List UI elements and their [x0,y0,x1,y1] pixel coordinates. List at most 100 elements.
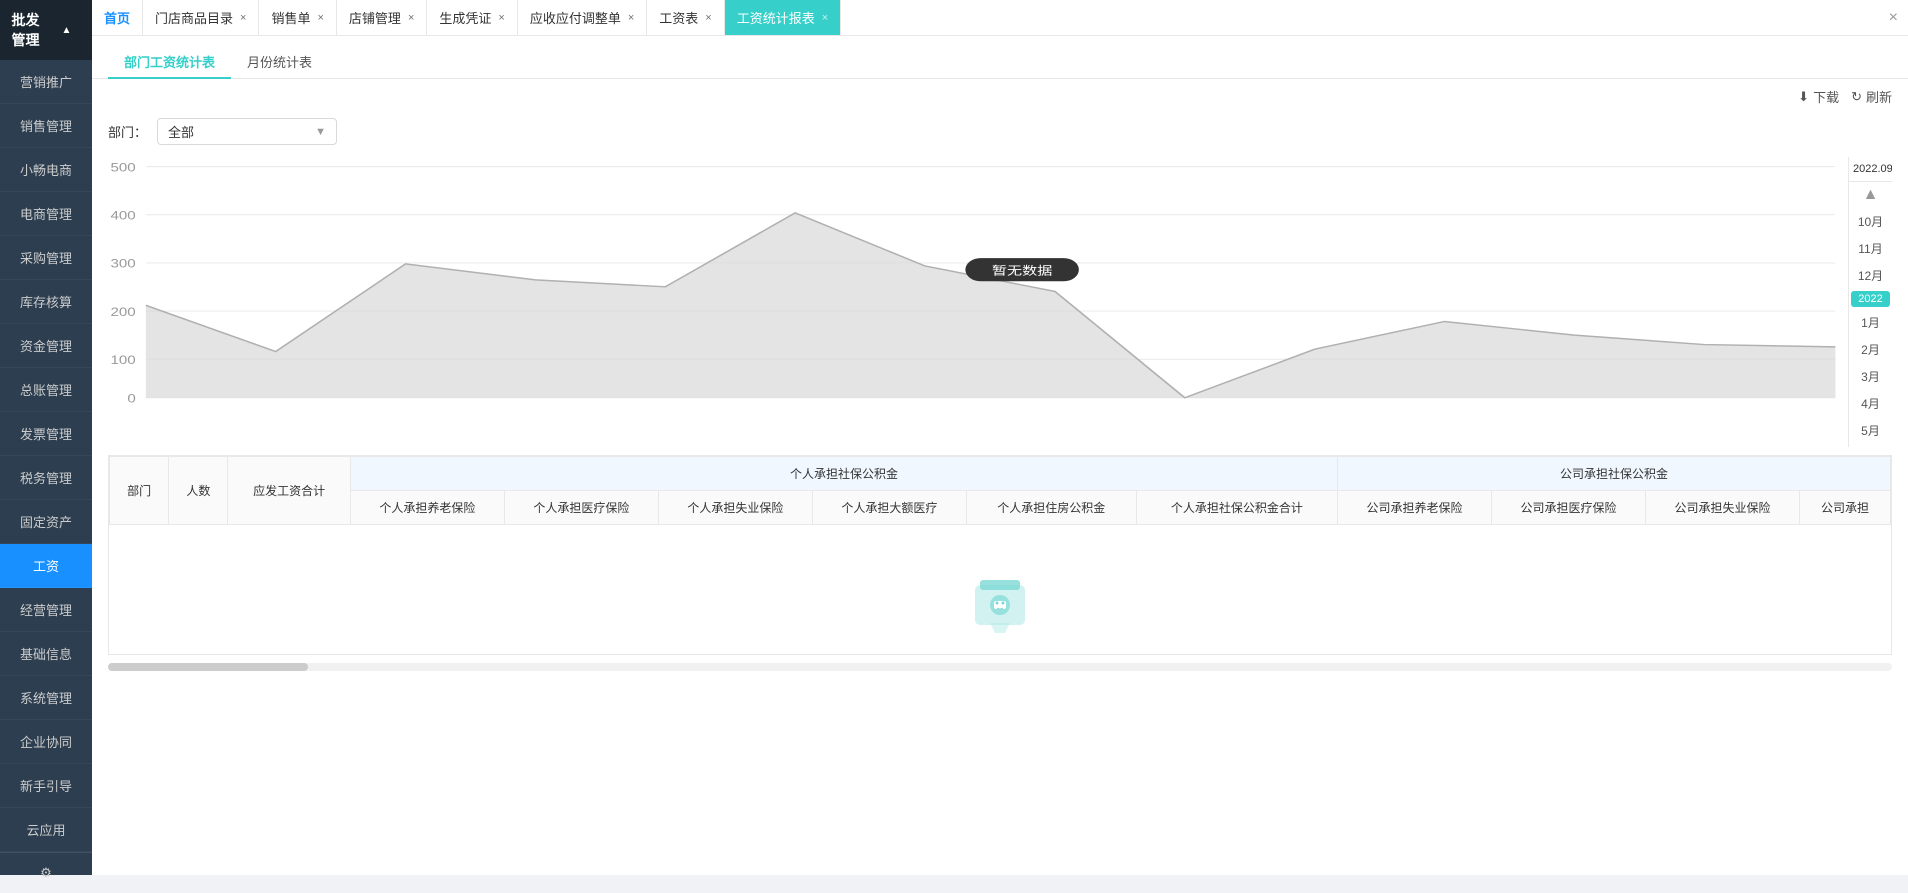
tab-label: 首页 [104,8,130,27]
svg-text:暂无数据: 暂无数据 [992,264,1052,277]
sidebar-item-云应用[interactable]: 云应用 [0,808,92,852]
empty-icon [960,565,1040,645]
svg-text:0: 0 [127,392,135,405]
col-个人承担养老保险: 个人承担养老保险 [350,491,504,525]
col-count: 人数 [169,457,228,525]
month-4月[interactable]: 4月 [1859,390,1882,417]
tab-label: 工资统计报表 [737,8,815,27]
tab-close-icon[interactable]: × [408,12,414,24]
month-10月[interactable]: 10月 [1856,208,1885,235]
year-up-button[interactable]: ▲ [1849,182,1892,208]
svg-text:200: 200 [111,306,136,319]
col-total-salary: 应发工资合计 [228,457,350,525]
department-select[interactable]: 全部 ▼ [157,118,337,145]
col-个人承担住房公积金: 个人承担住房公积金 [966,491,1136,525]
tab-门店商品目录[interactable]: 门店商品目录 × [143,0,259,36]
col-个人承担社保公积金合计: 个人承担社保公积金合计 [1136,491,1337,525]
sidebar-item-库存核算[interactable]: 库存核算 [0,280,92,324]
sidebar-item-企业协同[interactable]: 企业协同 [0,720,92,764]
month-5月[interactable]: 5月 [1859,417,1882,444]
year-marker[interactable]: 2022 [1851,291,1890,307]
tab-label: 工资表 [659,8,698,27]
tab-bar: 首页门店商品目录×销售单×店铺管理×生成凭证×应收应付调整单×工资表×工资统计报… [92,0,1908,36]
svg-text:500: 500 [111,161,136,174]
main-area: 首页门店商品目录×销售单×店铺管理×生成凭证×应收应付调整单×工资表×工资统计报… [92,0,1908,875]
sidebar-item-固定资产[interactable]: 固定资产 [0,500,92,544]
download-button[interactable]: ⬇ 下载 [1798,87,1839,106]
chart-svg: 500 400 300 200 100 0 [108,157,1848,417]
department-select-value: 全部 [168,122,194,141]
tab-工资统计报表[interactable]: 工资统计报表 × [725,0,841,36]
h-scrollbar[interactable] [108,663,1892,671]
tab-label: 销售单 [271,8,310,27]
tab-close-icon[interactable]: × [628,12,634,24]
sidebar-item-电商管理[interactable]: 电商管理 [0,192,92,236]
month-12月[interactable]: 12月 [1856,262,1885,289]
download-icon: ⬇ [1798,89,1809,105]
subtab-bar: 部门工资统计表月份统计表 [92,36,1908,79]
sidebar-items: 营销推广销售管理小畅电商电商管理采购管理库存核算资金管理总账管理发票管理税务管理… [0,60,92,852]
month-2月[interactable]: 2月 [1859,336,1882,363]
sidebar-item-经营管理[interactable]: 经营管理 [0,588,92,632]
sidebar-item-小畅电商[interactable]: 小畅电商 [0,148,92,192]
tab-销售单[interactable]: 销售单 × [259,0,336,36]
col-dept: 部门 [110,457,169,525]
tab-close-icon[interactable]: × [240,12,246,24]
refresh-button[interactable]: ↻ 刷新 [1851,87,1892,106]
close-all-button[interactable]: × [1879,9,1908,27]
month-1月[interactable]: 1月 [1859,309,1882,336]
sidebar: 批发管理 ▲ 营销推广销售管理小畅电商电商管理采购管理库存核算资金管理总账管理发… [0,0,92,875]
col-公司承担失业保险: 公司承担失业保险 [1646,491,1800,525]
tab-label: 店铺管理 [349,8,401,27]
month-11月[interactable]: 11月 [1856,235,1885,262]
sidebar-header[interactable]: 批发管理 ▲ [0,0,92,60]
col-group-company: 公司承担社保公积金 [1338,457,1891,491]
year-panel: 2022.09 ▲ 10月11月12月 2022 1月2月3月4月5月6月7月8… [1848,157,1892,447]
tab-close-icon[interactable]: × [822,12,828,24]
tab-label: 门店商品目录 [155,8,233,27]
sidebar-item-营销推广[interactable]: 营销推广 [0,60,92,104]
chart-area-wrapper: 500 400 300 200 100 0 [92,157,1892,447]
year-display[interactable]: 2022.09 [1849,157,1892,182]
tabs-container: 首页门店商品目录×销售单×店铺管理×生成凭证×应收应付调整单×工资表×工资统计报… [92,0,1879,36]
tab-应收应付调整单[interactable]: 应收应付调整单 × [518,0,647,36]
sidebar-item-基础信息[interactable]: 基础信息 [0,632,92,676]
col-group-personal: 个人承担社保公积金 [350,457,1337,491]
subtab-部门工资统计表[interactable]: 部门工资统计表 [108,46,231,79]
empty-state: 暂无数据 [109,525,1891,655]
sidebar-item-工资[interactable]: 工资 [0,544,92,588]
tab-label: 生成凭证 [439,8,491,27]
month-3月[interactable]: 3月 [1859,363,1882,390]
data-table-section[interactable]: 部门 人数 应发工资合计 个人承担社保公积金 公司承担社保公积金 个人承担养老保… [108,455,1892,655]
subtab-月份统计表[interactable]: 月份统计表 [231,46,328,79]
sidebar-item-总账管理[interactable]: 总账管理 [0,368,92,412]
tab-close-icon[interactable]: × [705,12,711,24]
col-公司承担医疗保险: 公司承担医疗保险 [1492,491,1646,525]
sidebar-item-销售管理[interactable]: 销售管理 [0,104,92,148]
sidebar-footer[interactable]: ⚙ [0,852,92,893]
h-scrollbar-thumb[interactable] [108,663,308,671]
sidebar-item-采购管理[interactable]: 采购管理 [0,236,92,280]
tab-首页[interactable]: 首页 [92,0,143,36]
tab-工资表[interactable]: 工资表 × [647,0,724,36]
month-6月[interactable]: 6月 [1859,444,1882,447]
sidebar-item-系统管理[interactable]: 系统管理 [0,676,92,720]
chevron-down-icon: ▼ [315,126,326,138]
sidebar-item-资金管理[interactable]: 资金管理 [0,324,92,368]
col-个人承担医疗保险: 个人承担医疗保险 [504,491,658,525]
tab-label: 应收应付调整单 [530,8,621,27]
page-content: 部门工资统计表月份统计表 ⬇ 下载 ↻ 刷新 部门： 全部 ▼ [92,36,1908,875]
sidebar-item-税务管理[interactable]: 税务管理 [0,456,92,500]
chart-container: 500 400 300 200 100 0 [92,157,1848,447]
tab-close-icon[interactable]: × [498,12,504,24]
months-after: 1月2月3月4月5月6月7月8月9月 [1859,309,1882,447]
sidebar-item-发票管理[interactable]: 发票管理 [0,412,92,456]
tab-店铺管理[interactable]: 店铺管理 × [337,0,427,36]
svg-text:100: 100 [111,354,136,367]
toolbar: ⬇ 下载 ↻ 刷新 [92,79,1908,114]
tab-close-icon[interactable]: × [317,12,323,24]
tab-生成凭证[interactable]: 生成凭证 × [427,0,517,36]
sidebar-item-新手引导[interactable]: 新手引导 [0,764,92,808]
filter-label: 部门： [108,122,147,141]
sidebar-collapse-icon: ▲ [46,25,87,36]
